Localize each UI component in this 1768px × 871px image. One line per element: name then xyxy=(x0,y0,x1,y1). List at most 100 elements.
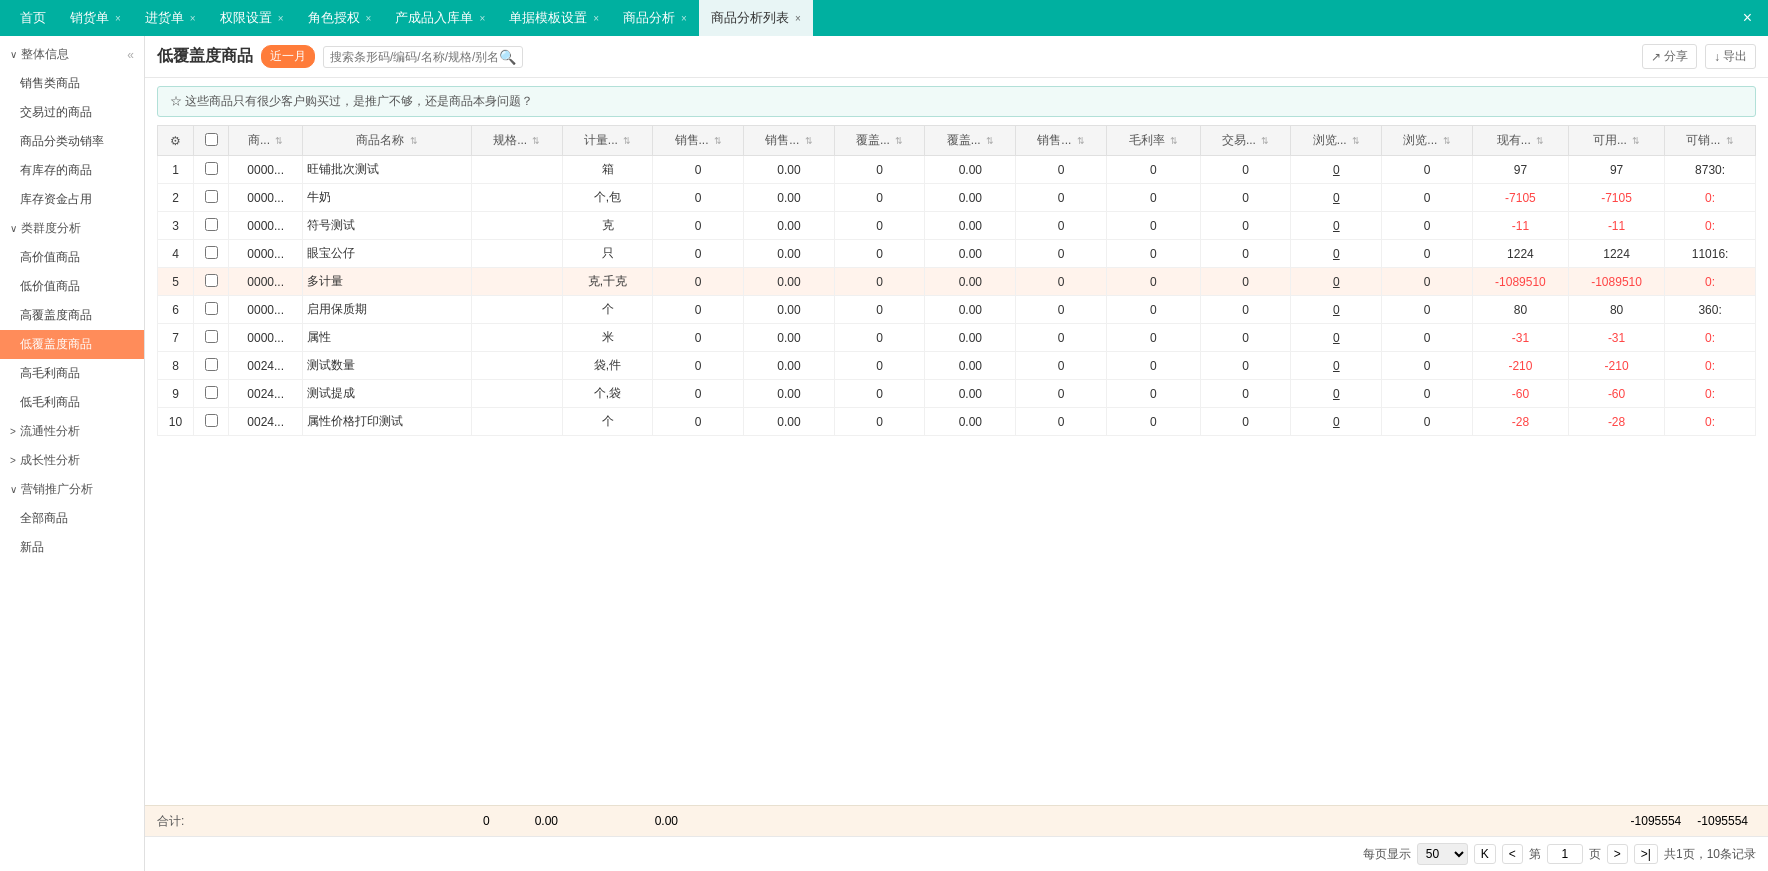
sidebar-item-high-coverage[interactable]: 高覆盖度商品 xyxy=(0,301,144,330)
cell-salescount: 0 xyxy=(1016,380,1107,408)
nav-sales[interactable]: 销货单 × xyxy=(58,0,133,36)
sidebar-section-cluster[interactable]: ∨ 类群度分析 xyxy=(0,214,144,243)
cell-browse1[interactable]: 0 xyxy=(1291,184,1382,212)
row-checkbox[interactable] xyxy=(205,414,218,427)
sidebar-item-stock-goods[interactable]: 有库存的商品 xyxy=(0,156,144,185)
col-grossmargin[interactable]: 毛利率 ⇅ xyxy=(1106,126,1200,156)
col-browse1[interactable]: 浏览... ⇅ xyxy=(1291,126,1382,156)
nav-analysis-list-close[interactable]: × xyxy=(795,13,801,24)
nav-sales-close[interactable]: × xyxy=(115,13,121,24)
sidebar-section-overall[interactable]: ∨ 整体信息 « xyxy=(0,40,144,69)
nav-products[interactable]: 产成品入库单 × xyxy=(383,0,497,36)
table-wrapper: ⚙ 商... ⇅ 商品名称 ⇅ xyxy=(145,125,1768,805)
sidebar-section-liquidity[interactable]: > 流通性分析 xyxy=(0,417,144,446)
cell-browse1[interactable]: 0 xyxy=(1291,352,1382,380)
col-salesamt[interactable]: 销售... ⇅ xyxy=(744,126,835,156)
sidebar-item-all-goods[interactable]: 全部商品 xyxy=(0,504,144,533)
sidebar-item-stock-funds[interactable]: 库存资金占用 xyxy=(0,185,144,214)
nav-purchase[interactable]: 进货单 × xyxy=(133,0,208,36)
nav-roles-close[interactable]: × xyxy=(366,13,372,24)
cell-browse1[interactable]: 0 xyxy=(1291,324,1382,352)
nav-roles[interactable]: 角色授权 × xyxy=(296,0,384,36)
sidebar-item-low-coverage[interactable]: 低覆盖度商品 xyxy=(0,330,144,359)
row-checkbox[interactable] xyxy=(205,162,218,175)
col-coverage2[interactable]: 覆盖... ⇅ xyxy=(925,126,1016,156)
cell-browse1[interactable]: 0 xyxy=(1291,408,1382,436)
cell-coverage1: 0 xyxy=(834,240,925,268)
col-coverage1[interactable]: 覆盖... ⇅ xyxy=(834,126,925,156)
sidebar-item-category-rate[interactable]: 商品分类动销率 xyxy=(0,127,144,156)
col-name[interactable]: 商品名称 ⇅ xyxy=(302,126,471,156)
sidebar-item-new-goods[interactable]: 新品 xyxy=(0,533,144,562)
cell-saleable: 8730: xyxy=(1665,156,1756,184)
nav-templates[interactable]: 单据模板设置 × xyxy=(497,0,611,36)
cell-spec xyxy=(471,408,562,436)
sidebar-item-traded-goods[interactable]: 交易过的商品 xyxy=(0,98,144,127)
nav-analysis-close[interactable]: × xyxy=(681,13,687,24)
sidebar-item-low-value[interactable]: 低价值商品 xyxy=(0,272,144,301)
nav-templates-close[interactable]: × xyxy=(593,13,599,24)
cell-browse1[interactable]: 0 xyxy=(1291,380,1382,408)
col-current[interactable]: 现有... ⇅ xyxy=(1472,126,1568,156)
nav-analysis[interactable]: 商品分析 × xyxy=(611,0,699,36)
nav-close-all[interactable]: × xyxy=(1735,9,1760,27)
row-checkbox[interactable] xyxy=(205,386,218,399)
col-transaction[interactable]: 交易... ⇅ xyxy=(1200,126,1291,156)
col-unit[interactable]: 计量... ⇅ xyxy=(562,126,653,156)
cell-name: 测试提成 xyxy=(302,380,471,408)
cell-browse1[interactable]: 0 xyxy=(1291,268,1382,296)
nav-analysis-list[interactable]: 商品分析列表 × xyxy=(699,0,813,36)
cell-coverage1: 0 xyxy=(834,296,925,324)
nav-permissions-close[interactable]: × xyxy=(278,13,284,24)
cell-saleable: 0: xyxy=(1665,380,1756,408)
first-page-btn[interactable]: K xyxy=(1474,844,1496,864)
nav-purchase-close[interactable]: × xyxy=(190,13,196,24)
nav-home[interactable]: 首页 xyxy=(8,0,58,36)
cell-available: 1224 xyxy=(1569,240,1665,268)
row-checkbox[interactable] xyxy=(205,190,218,203)
col-spec[interactable]: 规格... ⇅ xyxy=(471,126,562,156)
sidebar-section-marketing[interactable]: ∨ 营销推广分析 xyxy=(0,475,144,504)
cell-salesamt: 0.00 xyxy=(744,324,835,352)
last-page-btn[interactable]: >| xyxy=(1634,844,1658,864)
sidebar-item-sales-goods[interactable]: 销售类商品 xyxy=(0,69,144,98)
cell-coverage2: 0.00 xyxy=(925,296,1016,324)
current-page-input[interactable] xyxy=(1547,844,1583,864)
row-checkbox[interactable] xyxy=(205,358,218,371)
sidebar-item-high-value[interactable]: 高价值商品 xyxy=(0,243,144,272)
main-layout: ∨ 整体信息 « 销售类商品 交易过的商品 商品分类动销率 有库存的商品 库存资… xyxy=(0,36,1768,871)
col-salescount[interactable]: 销售... ⇅ xyxy=(1016,126,1107,156)
nav-permissions[interactable]: 权限设置 × xyxy=(208,0,296,36)
next-page-btn[interactable]: > xyxy=(1607,844,1628,864)
row-checkbox[interactable] xyxy=(205,218,218,231)
nav-products-close[interactable]: × xyxy=(479,13,485,24)
sidebar-item-low-margin[interactable]: 低毛利商品 xyxy=(0,388,144,417)
cell-saleable: 0: xyxy=(1665,268,1756,296)
row-checkbox[interactable] xyxy=(205,246,218,259)
prev-page-btn[interactable]: < xyxy=(1502,844,1523,864)
select-all-checkbox[interactable] xyxy=(205,133,218,146)
share-button[interactable]: ↗ 分享 xyxy=(1642,44,1697,69)
collapse-sidebar-btn[interactable]: « xyxy=(127,48,134,62)
cell-browse1[interactable]: 0 xyxy=(1291,156,1382,184)
col-browse2[interactable]: 浏览... ⇅ xyxy=(1382,126,1473,156)
search-input[interactable] xyxy=(330,50,499,64)
col-settings[interactable]: ⚙ xyxy=(158,126,194,156)
sidebar-section-growth[interactable]: > 成长性分析 xyxy=(0,446,144,475)
cell-browse1[interactable]: 0 xyxy=(1291,212,1382,240)
sidebar-item-high-margin[interactable]: 高毛利商品 xyxy=(0,359,144,388)
col-saleable[interactable]: 可销... ⇅ xyxy=(1665,126,1756,156)
row-checkbox[interactable] xyxy=(205,274,218,287)
cell-browse1[interactable]: 0 xyxy=(1291,240,1382,268)
cell-browse1[interactable]: 0 xyxy=(1291,296,1382,324)
per-page-select[interactable]: 50 20 100 xyxy=(1417,843,1468,865)
row-checkbox[interactable] xyxy=(205,302,218,315)
row-checkbox[interactable] xyxy=(205,330,218,343)
settings-icon[interactable]: ⚙ xyxy=(170,134,181,148)
export-button[interactable]: ↓ 导出 xyxy=(1705,44,1756,69)
share-icon: ↗ xyxy=(1651,50,1661,64)
time-filter-month1[interactable]: 近一月 xyxy=(261,45,315,68)
col-available[interactable]: 可用... ⇅ xyxy=(1569,126,1665,156)
col-salesqty[interactable]: 销售... ⇅ xyxy=(653,126,744,156)
col-code[interactable]: 商... ⇅ xyxy=(229,126,303,156)
